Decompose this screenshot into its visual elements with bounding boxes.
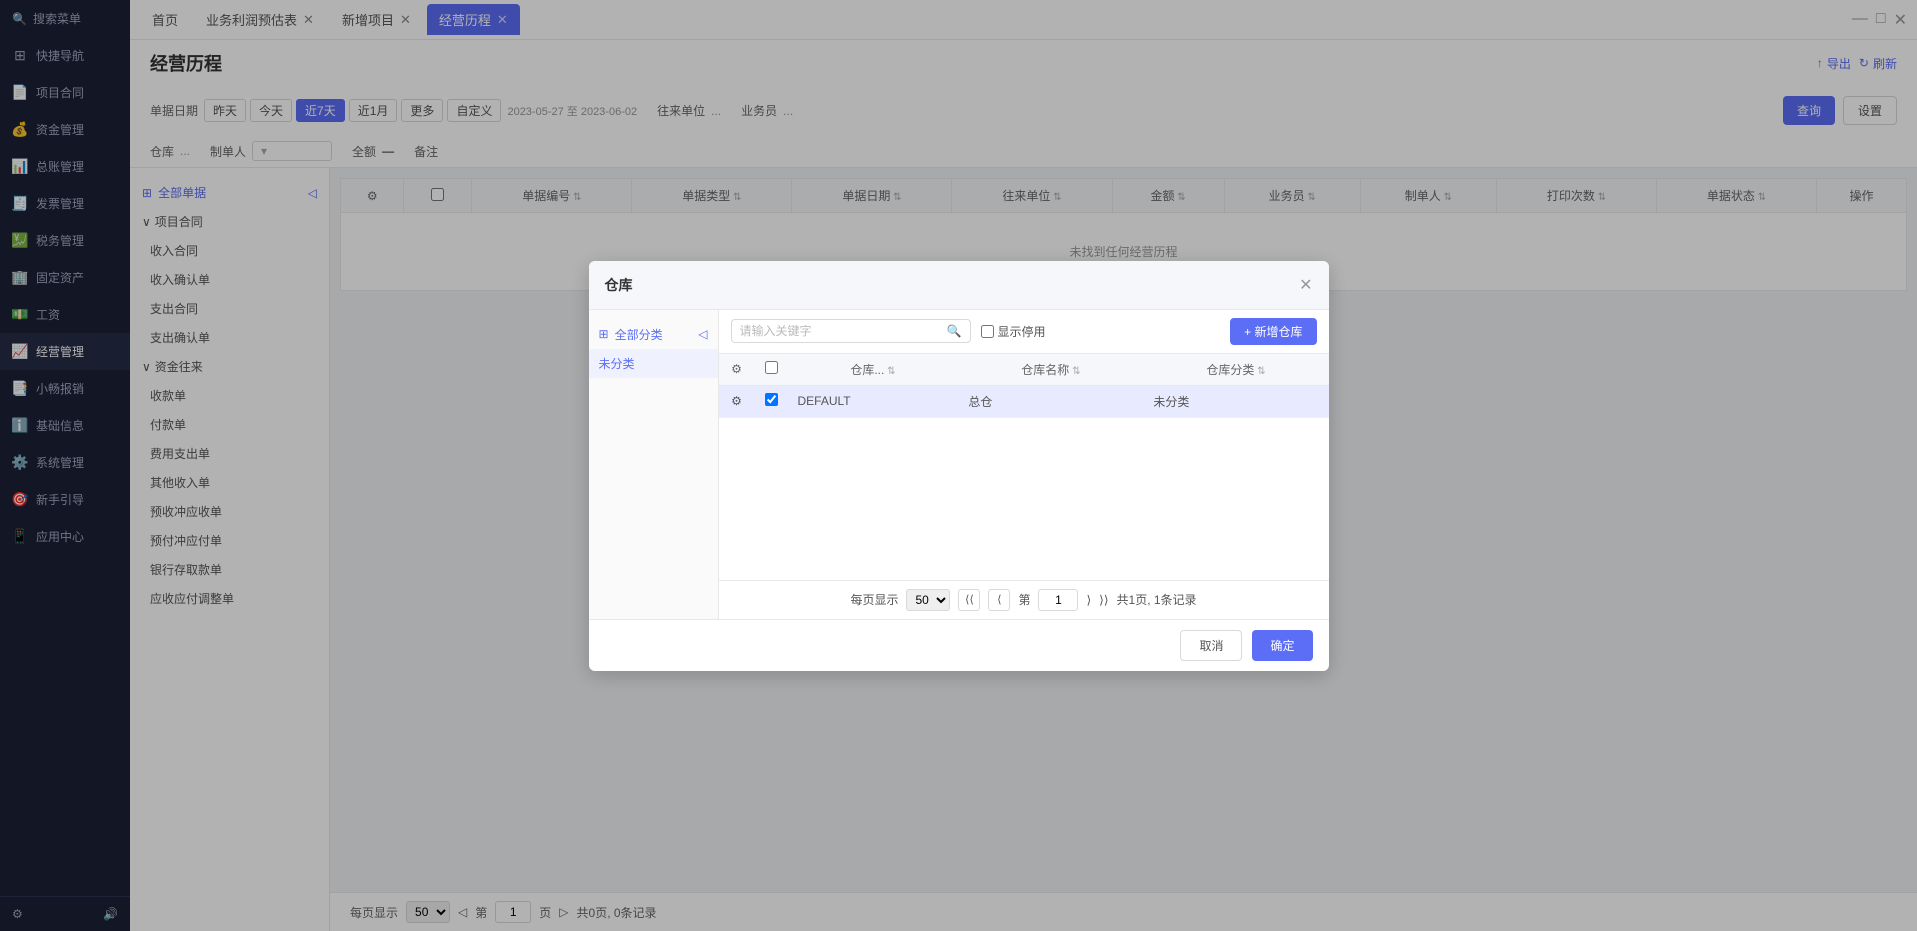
modal-page-input[interactable] xyxy=(1038,589,1078,611)
modal-left-panel: ⊞ 全部分类 ◁ 未分类 xyxy=(589,310,719,619)
row-category: 未分类 xyxy=(1143,385,1328,417)
warehouse-modal: 仓库 ✕ ⊞ 全部分类 ◁ 未分类 xyxy=(589,261,1329,671)
modal-page-label: 第 xyxy=(1018,591,1030,608)
warehouse-table-header: ⚙ 仓库... 仓库名称 仓库分类 xyxy=(719,354,1329,386)
modal-th-category[interactable]: 仓库分类 xyxy=(1143,354,1328,386)
warehouse-table: ⚙ 仓库... 仓库名称 仓库分类 ⚙ xyxy=(719,354,1329,418)
modal-collapse-icon[interactable]: ◁ xyxy=(698,327,707,341)
modal-select-all[interactable] xyxy=(765,361,778,374)
modal-header: 仓库 ✕ xyxy=(589,261,1329,310)
all-categories-label: 全部分类 xyxy=(615,326,663,343)
modal-total: 共1页, 1条记录 xyxy=(1117,591,1197,608)
row-name: 总仓 xyxy=(958,385,1143,417)
modal-right-panel: 🔍 显示停用 + 新增仓库 ⚙ xyxy=(719,310,1329,619)
modal-close-button[interactable]: ✕ xyxy=(1299,275,1312,295)
modal-last-page-btn[interactable]: ⟩⟩ xyxy=(1099,593,1108,607)
modal-body: ⊞ 全部分类 ◁ 未分类 🔍 显示停用 xyxy=(589,310,1329,619)
modal-search-input[interactable] xyxy=(740,324,941,338)
confirm-button[interactable]: 确定 xyxy=(1252,630,1312,661)
modal-pagination: 每页显示 50 ⟨⟨ ⟨ 第 ⟩ ⟩⟩ 共1页, 1条记录 xyxy=(719,580,1329,619)
category-grid-icon: ⊞ xyxy=(599,327,609,341)
modal-prev-page-btn[interactable]: ⟨ xyxy=(988,589,1010,611)
modal-next-page-btn[interactable]: ⟩ xyxy=(1086,593,1091,607)
modal-th-name[interactable]: 仓库名称 xyxy=(958,354,1143,386)
modal-toolbar: 🔍 显示停用 + 新增仓库 xyxy=(719,310,1329,354)
modal-title: 仓库 xyxy=(605,275,633,295)
warehouse-table-row[interactable]: ⚙ DEFAULT 总仓 未分类 xyxy=(719,385,1329,417)
modal-th-code[interactable]: 仓库... xyxy=(788,354,959,386)
modal-th-checkbox[interactable] xyxy=(755,354,788,386)
show-disabled-label[interactable]: 显示停用 xyxy=(981,323,1046,340)
category-item-label: 未分类 xyxy=(599,357,635,371)
modal-search-box: 🔍 xyxy=(731,319,971,343)
modal-per-page-label: 每页显示 xyxy=(850,591,898,608)
row-code: DEFAULT xyxy=(788,385,959,417)
row-checkbox[interactable] xyxy=(765,393,778,406)
show-disabled-checkbox[interactable] xyxy=(981,325,994,338)
modal-table: ⚙ 仓库... 仓库名称 仓库分类 ⚙ xyxy=(719,354,1329,580)
modal-category-uncategorized[interactable]: 未分类 xyxy=(589,349,718,378)
modal-overlay: 仓库 ✕ ⊞ 全部分类 ◁ 未分类 xyxy=(0,0,1917,931)
modal-all-categories[interactable]: ⊞ 全部分类 ◁ xyxy=(589,320,718,349)
add-warehouse-button[interactable]: + 新增仓库 xyxy=(1230,318,1316,345)
show-disabled-text: 显示停用 xyxy=(998,323,1046,340)
row-checkbox-cell[interactable] xyxy=(755,385,788,417)
row-settings-cell[interactable]: ⚙ xyxy=(719,385,755,417)
cancel-button[interactable]: 取消 xyxy=(1180,630,1242,661)
modal-per-page-select[interactable]: 50 xyxy=(906,589,950,611)
modal-search-icon: 🔍 xyxy=(947,324,962,338)
modal-first-page-btn[interactable]: ⟨⟨ xyxy=(958,589,980,611)
modal-footer: 取消 确定 xyxy=(589,619,1329,671)
modal-th-settings[interactable]: ⚙ xyxy=(719,354,755,386)
